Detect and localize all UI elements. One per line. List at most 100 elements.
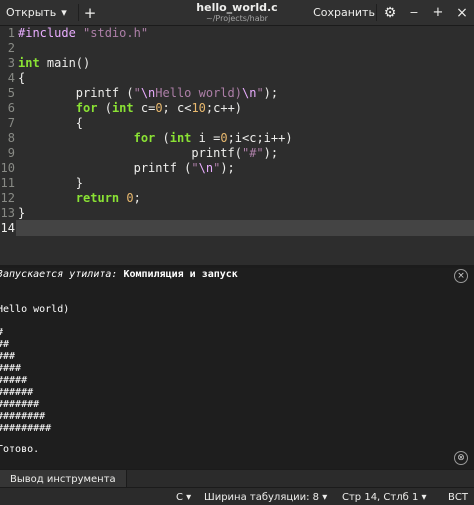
- current-line-highlight: [0, 220, 474, 236]
- line-number: 10: [0, 161, 15, 175]
- output-line: #########: [0, 423, 52, 434]
- open-recent-dropdown[interactable]: ▾: [50, 0, 78, 25]
- code-line-13: }: [18, 206, 25, 221]
- output-run-prefix: Запускается утилита:: [0, 269, 124, 280]
- code-text: );: [263, 86, 279, 100]
- cursor-position[interactable]: Стр 14, Стлб 1 ▾: [342, 488, 427, 505]
- document-title: hello_world.c: [196, 1, 278, 14]
- close-window-button[interactable]: ×: [452, 0, 472, 25]
- code-text: {: [18, 71, 26, 85]
- tab-width-selector[interactable]: Ширина табуляции: 8 ▾: [204, 488, 327, 505]
- code-line-11: }: [18, 176, 83, 191]
- code-editor[interactable]: 1 2 3 4 5 6 7 8 9 10 11 12 13 14 #includ…: [0, 26, 474, 265]
- line-number: 4: [7, 71, 15, 85]
- number-literal: 0: [155, 101, 163, 115]
- clear-output-button[interactable]: ⊗: [454, 451, 468, 465]
- menu-button[interactable]: ⚙: [378, 0, 402, 25]
- line-number: 12: [0, 191, 15, 205]
- code-line-1: #include "stdio.h": [18, 26, 148, 41]
- output-line: #######: [0, 399, 40, 410]
- cancel-circle-icon: ⊗: [457, 453, 465, 463]
- output-done-line: Готово.: [0, 444, 40, 455]
- code-text: printf (: [18, 86, 134, 100]
- string-literal: ": [256, 86, 264, 100]
- header-bar: Открыть ▾ + hello_world.c ~/Projects/hab…: [0, 0, 474, 26]
- minimize-icon: −: [409, 6, 419, 19]
- language-selector[interactable]: C ▾: [176, 488, 191, 505]
- output-line: ########: [0, 411, 46, 422]
- code-text: {: [18, 116, 84, 130]
- code-line-4: {: [18, 71, 25, 86]
- code-line-8: for (int i =0;i<c;i++): [18, 131, 293, 146]
- code-text: c=: [133, 101, 156, 115]
- line-number-gutter: 1 2 3 4 5 6 7 8 9 10 11 12 13 14: [0, 26, 16, 265]
- output-line: #####: [0, 375, 28, 386]
- string-literal: Hello world): [155, 86, 242, 100]
- code-text: (: [155, 131, 170, 145]
- line-number: 6: [7, 101, 15, 115]
- code-text: }: [18, 206, 26, 220]
- number-literal: 0: [126, 191, 134, 205]
- include-path: "stdio.h": [83, 26, 149, 40]
- minimize-button[interactable]: −: [404, 0, 424, 25]
- code-text: printf(: [18, 146, 242, 160]
- line-number: 7: [7, 116, 15, 130]
- keyword: for: [75, 101, 98, 115]
- escape-sequence: \n: [198, 161, 214, 175]
- code-line-9: printf("#");: [18, 146, 278, 161]
- line-number-current: 14: [0, 221, 15, 235]
- number-literal: 10: [191, 101, 206, 115]
- number-literal: 0: [220, 131, 228, 145]
- close-output-button[interactable]: ×: [454, 269, 468, 283]
- chevron-down-icon: ▾: [61, 6, 67, 19]
- code-text: i =: [191, 131, 221, 145]
- code-text: printf (: [18, 161, 192, 175]
- code-text: main(): [39, 56, 91, 70]
- document-path: ~/Projects/habr: [206, 14, 268, 23]
- status-bar: C ▾ Ширина табуляции: 8 ▾ Стр 14, Стлб 1…: [0, 487, 474, 505]
- line-number: 3: [7, 56, 15, 70]
- output-run-name: Компиляция и запуск: [123, 269, 238, 280]
- tab-tool-output[interactable]: Вывод инструмента: [0, 470, 127, 488]
- preprocessor-directive: #include: [18, 26, 76, 40]
- output-line: ##: [0, 339, 10, 350]
- output-line: Hello world): [0, 304, 70, 315]
- code-text: ;: [133, 191, 141, 205]
- save-button[interactable]: Сохранить: [312, 0, 376, 25]
- code-text: (: [97, 101, 112, 115]
- line-number: 13: [0, 206, 15, 220]
- maximize-button[interactable]: +: [428, 0, 448, 25]
- escape-sequence: \n: [241, 86, 257, 100]
- string-literal: "#": [241, 146, 264, 160]
- window-title: hello_world.c ~/Projects/habr: [150, 1, 324, 24]
- line-number: 5: [7, 86, 15, 100]
- output-line: ######: [0, 387, 34, 398]
- line-number: 11: [0, 176, 15, 190]
- keyword: return: [75, 191, 120, 205]
- code-line-5: printf ("\nHello world)\n");: [18, 86, 278, 101]
- escape-sequence: \n: [140, 86, 156, 100]
- code-text: ;c++): [205, 101, 243, 115]
- open-button[interactable]: Открыть: [0, 0, 56, 25]
- string-literal: ": [191, 161, 199, 175]
- code-line-12: return 0;: [18, 191, 141, 206]
- keyword: int: [18, 56, 40, 70]
- code-line-6: for (int c=0; c<10;c++): [18, 101, 242, 116]
- new-tab-button[interactable]: +: [78, 0, 102, 25]
- close-icon: ×: [457, 271, 465, 281]
- code-text: );: [220, 161, 235, 175]
- line-number: 9: [7, 146, 15, 160]
- line-number: 8: [7, 131, 15, 145]
- output-line: ####: [0, 363, 22, 374]
- gear-icon: ⚙: [383, 4, 397, 21]
- separator: [376, 4, 377, 21]
- line-number: 1: [7, 26, 15, 40]
- keyword: int: [169, 131, 192, 145]
- keyword: int: [111, 101, 134, 115]
- keyword: for: [133, 131, 156, 145]
- code-text: );: [263, 146, 279, 160]
